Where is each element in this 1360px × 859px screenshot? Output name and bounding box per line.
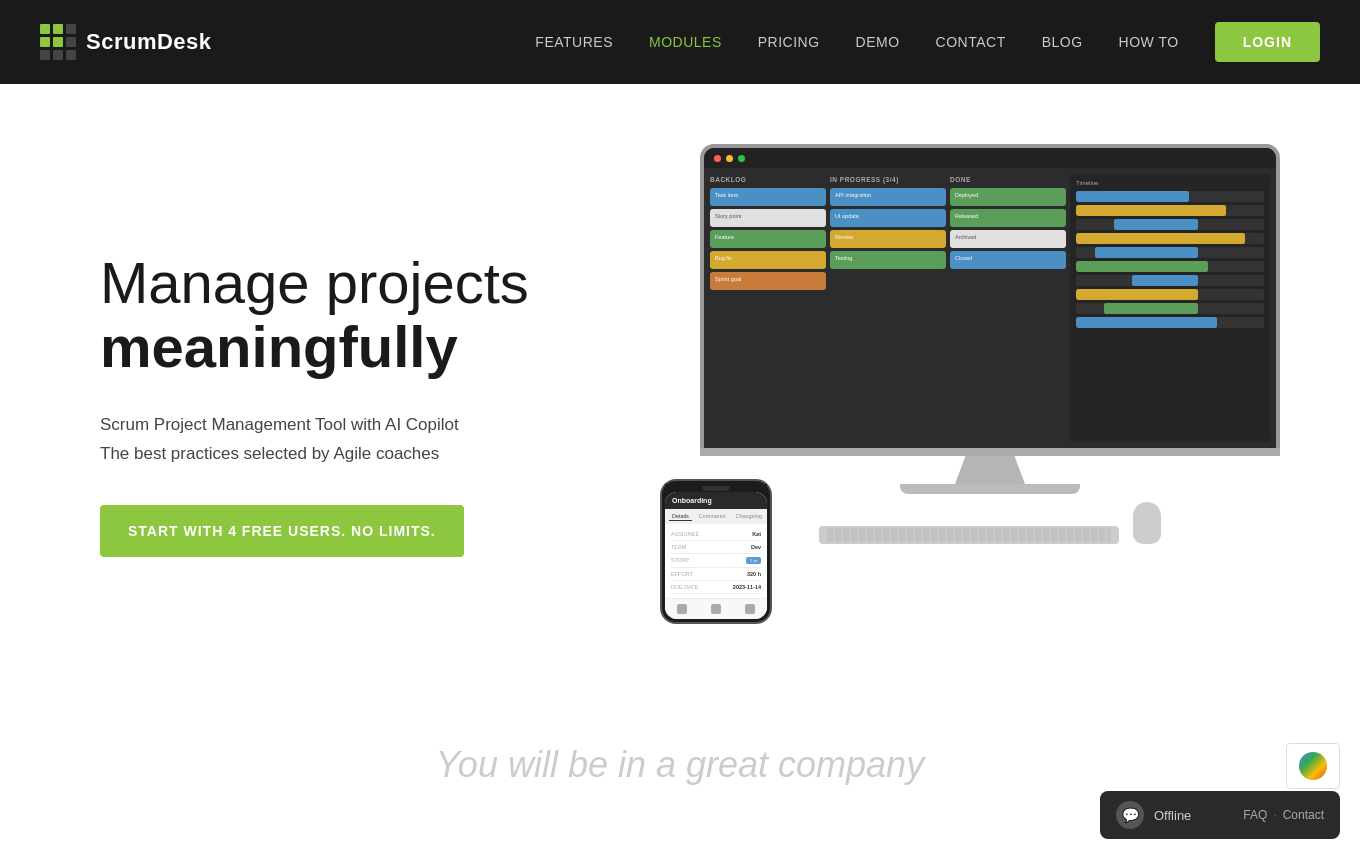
nav-modules[interactable]: MODULES bbox=[649, 34, 722, 50]
card: Bug fix bbox=[710, 251, 826, 269]
card: Closed bbox=[950, 251, 1066, 269]
card: Deployed bbox=[950, 188, 1066, 206]
card: UI update bbox=[830, 209, 946, 227]
chat-bubble-icon: 💬 bbox=[1116, 801, 1144, 806]
phone-body: Onboarding Details Comments Changelog AS… bbox=[665, 492, 767, 619]
nav-demo[interactable]: DEMO bbox=[856, 34, 900, 50]
card: Task item bbox=[710, 188, 826, 206]
phone-content: ASSIGNEE Kat TEAM Dev STORY 5 pt EFFOR bbox=[665, 524, 767, 598]
nav-howto[interactable]: HOW TO bbox=[1119, 34, 1179, 50]
card: Feature bbox=[710, 230, 826, 248]
card: Testing bbox=[830, 251, 946, 269]
logo-icon bbox=[40, 24, 76, 60]
phone-icon-1 bbox=[677, 604, 687, 614]
chat-widget[interactable]: 💬 Offline FAQ · Contact bbox=[1100, 791, 1340, 806]
recaptcha-logo-icon bbox=[1299, 752, 1327, 780]
card: Archived bbox=[950, 230, 1066, 248]
nav-links: FEATURES MODULES PRICING DEMO CONTACT BL… bbox=[535, 22, 1320, 62]
hero-visual: Backlog Task item Story point Feature Bu… bbox=[660, 144, 1280, 664]
gantt-panel: Timeline bbox=[1070, 174, 1270, 442]
tagline-text: You will be in a great company bbox=[40, 744, 1320, 786]
phone-icon-2 bbox=[711, 604, 721, 614]
keyboard-area bbox=[700, 502, 1280, 544]
card: Released bbox=[950, 209, 1066, 227]
board-col-done: Done Deployed Released Archived Closed bbox=[950, 174, 1066, 442]
monitor-base bbox=[900, 484, 1080, 494]
phone-header: Onboarding bbox=[665, 492, 767, 509]
nav-features[interactable]: FEATURES bbox=[535, 34, 613, 50]
board-col-progress: In Progress (3/4) API integration UI upd… bbox=[830, 174, 946, 442]
hero-section: Manage projects meaningfully Scrum Proje… bbox=[0, 84, 1360, 704]
keyboard bbox=[819, 526, 1119, 544]
scrum-board: Backlog Task item Story point Feature Bu… bbox=[704, 168, 1276, 448]
card: Story point bbox=[710, 209, 826, 227]
logo-text: ScrumDesk bbox=[86, 29, 212, 55]
phone-tabs: Details Comments Changelog bbox=[665, 509, 767, 524]
desktop-mockup: Backlog Task item Story point Feature Bu… bbox=[700, 144, 1280, 544]
login-button[interactable]: LOGIN bbox=[1215, 22, 1320, 62]
logo-link[interactable]: ScrumDesk bbox=[40, 24, 212, 60]
phone-footer bbox=[665, 598, 767, 619]
hero-text-block: Manage projects meaningfully Scrum Proje… bbox=[100, 251, 529, 557]
card: Review bbox=[830, 230, 946, 248]
card: Sprint goal bbox=[710, 272, 826, 290]
monitor-chin bbox=[700, 448, 1280, 456]
hero-title: Manage projects meaningfully bbox=[100, 251, 529, 379]
navbar: ScrumDesk FEATURES MODULES PRICING DEMO … bbox=[0, 0, 1360, 84]
nav-blog[interactable]: BLOG bbox=[1042, 34, 1083, 50]
mouse bbox=[1133, 502, 1161, 544]
phone-icon-3 bbox=[745, 604, 755, 614]
board-col-backlog: Backlog Task item Story point Feature Bu… bbox=[710, 174, 826, 442]
nav-contact[interactable]: CONTACT bbox=[936, 34, 1006, 50]
monitor-stand bbox=[955, 456, 1025, 484]
monitor-screen: Backlog Task item Story point Feature Bu… bbox=[704, 148, 1276, 448]
recaptcha-badge bbox=[1286, 743, 1340, 789]
cta-button[interactable]: START WITH 4 FREE USERS. NO LIMITS. bbox=[100, 505, 464, 557]
nav-pricing[interactable]: PRICING bbox=[758, 34, 820, 50]
phone-mockup: Onboarding Details Comments Changelog AS… bbox=[660, 479, 772, 624]
hero-subtitle: Scrum Project Management Tool with AI Co… bbox=[100, 411, 529, 467]
card: API integration bbox=[830, 188, 946, 206]
